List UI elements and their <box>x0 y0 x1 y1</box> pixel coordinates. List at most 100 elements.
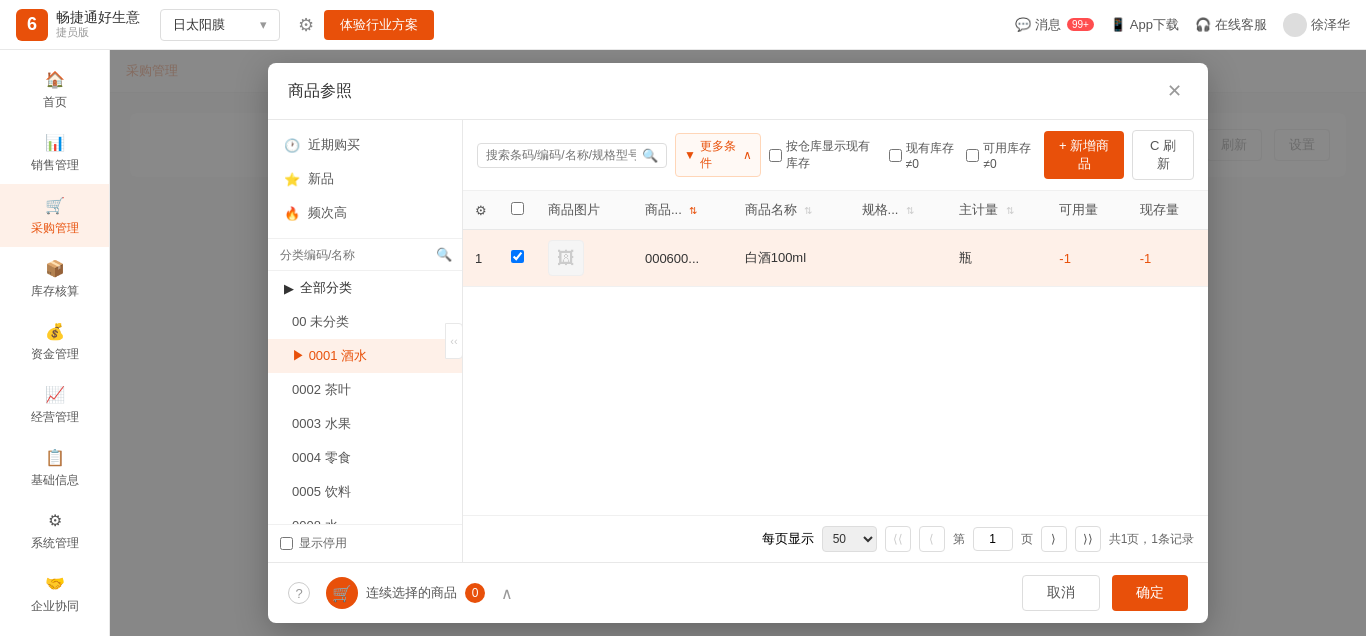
page-number-input[interactable] <box>973 527 1013 551</box>
col-stock: 现存量 <box>1128 191 1208 230</box>
modal-close-btn[interactable]: ✕ <box>1160 77 1188 105</box>
classify-search-area: 🔍 <box>268 239 462 271</box>
logo-area: 6 畅捷通好生意 捷员版 <box>16 9 140 41</box>
inventory-icon: 📦 <box>44 257 66 279</box>
home-icon: 🏠 <box>44 68 66 90</box>
per-page-select[interactable]: 50 10 20 100 <box>822 526 877 552</box>
usable-stock-checkbox[interactable] <box>966 149 979 162</box>
show-disabled-label[interactable]: 显示停用 <box>280 535 450 552</box>
category-liquor[interactable]: ▶ 0001 酒水 <box>268 339 462 373</box>
quick-filter-recent[interactable]: 🕐 近期购买 <box>268 128 462 162</box>
confirm-btn[interactable]: 确定 <box>1112 575 1188 611</box>
sidebar-item-guide[interactable]: 🎯 新手引导 <box>0 625 109 636</box>
brand-sub: 捷员版 <box>56 25 140 40</box>
modal-header: 商品参照 ✕ <box>268 63 1208 120</box>
product-image: 🖼 <box>548 240 584 276</box>
panel-collapse-btn[interactable]: ‹‹ <box>445 323 463 359</box>
col-image: 商品图片 <box>536 191 633 230</box>
row-image-cell: 🖼 <box>536 230 633 287</box>
usable-stock-checkbox-label[interactable]: 可用库存≠0 <box>966 140 1036 171</box>
sidebar-item-purchase[interactable]: 🛒 采购管理 <box>0 184 109 247</box>
pagination: 每页显示 50 10 20 100 ⟨⟨ ⟨ 第 页 <box>463 515 1208 562</box>
footer-collapse-icon[interactable]: ∧ <box>501 584 513 603</box>
prev-page-btn[interactable]: ⟨ <box>919 526 945 552</box>
column-settings-icon[interactable]: ⚙ <box>475 203 487 218</box>
sidebar: 🏠 首页 📊 销售管理 🛒 采购管理 📦 库存核算 💰 资金管理 📈 经营管理 … <box>0 50 110 636</box>
quick-filter-frequent[interactable]: 🔥 频次高 <box>268 196 462 230</box>
settings-nav-btn[interactable]: ⚙ <box>288 8 324 42</box>
add-product-btn[interactable]: + 新增商品 <box>1044 131 1124 179</box>
frequent-icon: 🔥 <box>284 206 300 221</box>
sidebar-item-home[interactable]: 🏠 首页 <box>0 58 109 121</box>
available-stock-checkbox-label[interactable]: 现有库存≠0 <box>889 140 959 171</box>
col-name: 商品名称 ⇅ <box>733 191 850 230</box>
category-drink[interactable]: 0005 饮料 <box>268 475 462 509</box>
row-spec <box>850 230 948 287</box>
sort-unit-icon[interactable]: ⇅ <box>1006 205 1014 216</box>
row-checkbox[interactable] <box>511 250 524 263</box>
app-download-btn[interactable]: 📱 App下载 <box>1110 16 1179 34</box>
product-table-container: ⚙ 商品图片 <box>463 191 1208 515</box>
online-service-btn[interactable]: 🎧 在线客服 <box>1195 16 1267 34</box>
cart-area: 🛒 连续选择的商品 0 <box>326 577 485 609</box>
category-snack[interactable]: 0004 零食 <box>268 441 462 475</box>
cooperation-icon: 🤝 <box>44 572 66 594</box>
headset-icon: 🎧 <box>1195 17 1211 32</box>
warehouse-stock-checkbox-label[interactable]: 按仓库显示现有库存 <box>769 138 880 172</box>
sidebar-item-sales[interactable]: 📊 销售管理 <box>0 121 109 184</box>
content-area: 采购管理 查询 刷新 设置 商品参照 ✕ <box>110 50 1366 636</box>
category-all[interactable]: ▶ 全部分类 <box>268 271 462 305</box>
phone-icon: 📱 <box>1110 17 1126 32</box>
toolbar: 🔍 ▼ 更多条件 ∧ 按仓库显示现有库存 <box>463 120 1208 191</box>
filter-icon: ▼ <box>684 148 696 162</box>
message-icon: 💬 <box>1015 17 1031 32</box>
sort-name-icon[interactable]: ⇅ <box>804 205 812 216</box>
available-stock-checkbox[interactable] <box>889 149 902 162</box>
first-page-btn[interactable]: ⟨⟨ <box>885 526 911 552</box>
help-icon[interactable]: ? <box>288 582 310 604</box>
category-water[interactable]: 0008 水 <box>268 509 462 524</box>
cancel-btn[interactable]: 取消 <box>1022 575 1100 611</box>
product-search-input[interactable] <box>486 148 636 162</box>
nav-right: 💬 消息 99+ 📱 App下载 🎧 在线客服 徐泽华 <box>1015 13 1350 37</box>
refresh-btn[interactable]: C 刷新 <box>1132 130 1194 180</box>
sidebar-item-basic-info[interactable]: 📋 基础信息 <box>0 436 109 499</box>
category-expand-icon: ▶ <box>284 281 294 296</box>
category-unclassified[interactable]: 00 未分类 <box>268 305 462 339</box>
category-fruit[interactable]: 0003 水果 <box>268 407 462 441</box>
table-row[interactable]: 1 🖼 000600... 白酒100ml <box>463 230 1208 287</box>
show-disabled-checkbox[interactable] <box>280 537 293 550</box>
sidebar-item-inventory[interactable]: 📦 库存核算 <box>0 247 109 310</box>
row-unit: 瓶 <box>947 230 1047 287</box>
next-page-btn[interactable]: ⟩ <box>1041 526 1067 552</box>
purchase-icon: 🛒 <box>44 194 66 216</box>
brand-name: 畅捷通好生意 <box>56 9 140 26</box>
operations-icon: 📈 <box>44 383 66 405</box>
per-page-label: 每页显示 <box>762 530 814 548</box>
classify-search-input[interactable] <box>280 248 430 262</box>
classify-search-icon[interactable]: 🔍 <box>436 247 452 262</box>
sidebar-item-system[interactable]: ⚙ 系统管理 <box>0 499 109 562</box>
user-area[interactable]: 徐泽华 <box>1283 13 1350 37</box>
warehouse-stock-checkbox[interactable] <box>769 149 782 162</box>
sidebar-item-cooperation[interactable]: 🤝 企业协同 <box>0 562 109 625</box>
quick-filter-new[interactable]: ⭐ 新品 <box>268 162 462 196</box>
cart-icon[interactable]: 🛒 <box>326 577 358 609</box>
page-unit-label: 页 <box>1021 531 1033 548</box>
row-checkbox-cell <box>499 230 536 287</box>
continuous-label: 连续选择的商品 <box>366 584 457 602</box>
sort-spec-icon[interactable]: ⇅ <box>906 205 914 216</box>
experience-btn[interactable]: 体验行业方案 <box>324 10 434 40</box>
select-all-checkbox[interactable] <box>511 202 524 215</box>
sidebar-item-finance[interactable]: 💰 资金管理 <box>0 310 109 373</box>
chevron-down-icon: ▾ <box>260 17 267 32</box>
category-tea[interactable]: 0002 茶叶 <box>268 373 462 407</box>
search-icon[interactable]: 🔍 <box>642 148 658 163</box>
store-selector[interactable]: 日太阳膜 ▾ <box>160 9 280 41</box>
finance-icon: 💰 <box>44 320 66 342</box>
more-filter-btn[interactable]: ▼ 更多条件 ∧ <box>675 133 761 177</box>
message-btn[interactable]: 💬 消息 99+ <box>1015 16 1094 34</box>
sort-code-icon[interactable]: ⇅ <box>689 205 697 216</box>
sidebar-item-operations[interactable]: 📈 经营管理 <box>0 373 109 436</box>
last-page-btn[interactable]: ⟩⟩ <box>1075 526 1101 552</box>
